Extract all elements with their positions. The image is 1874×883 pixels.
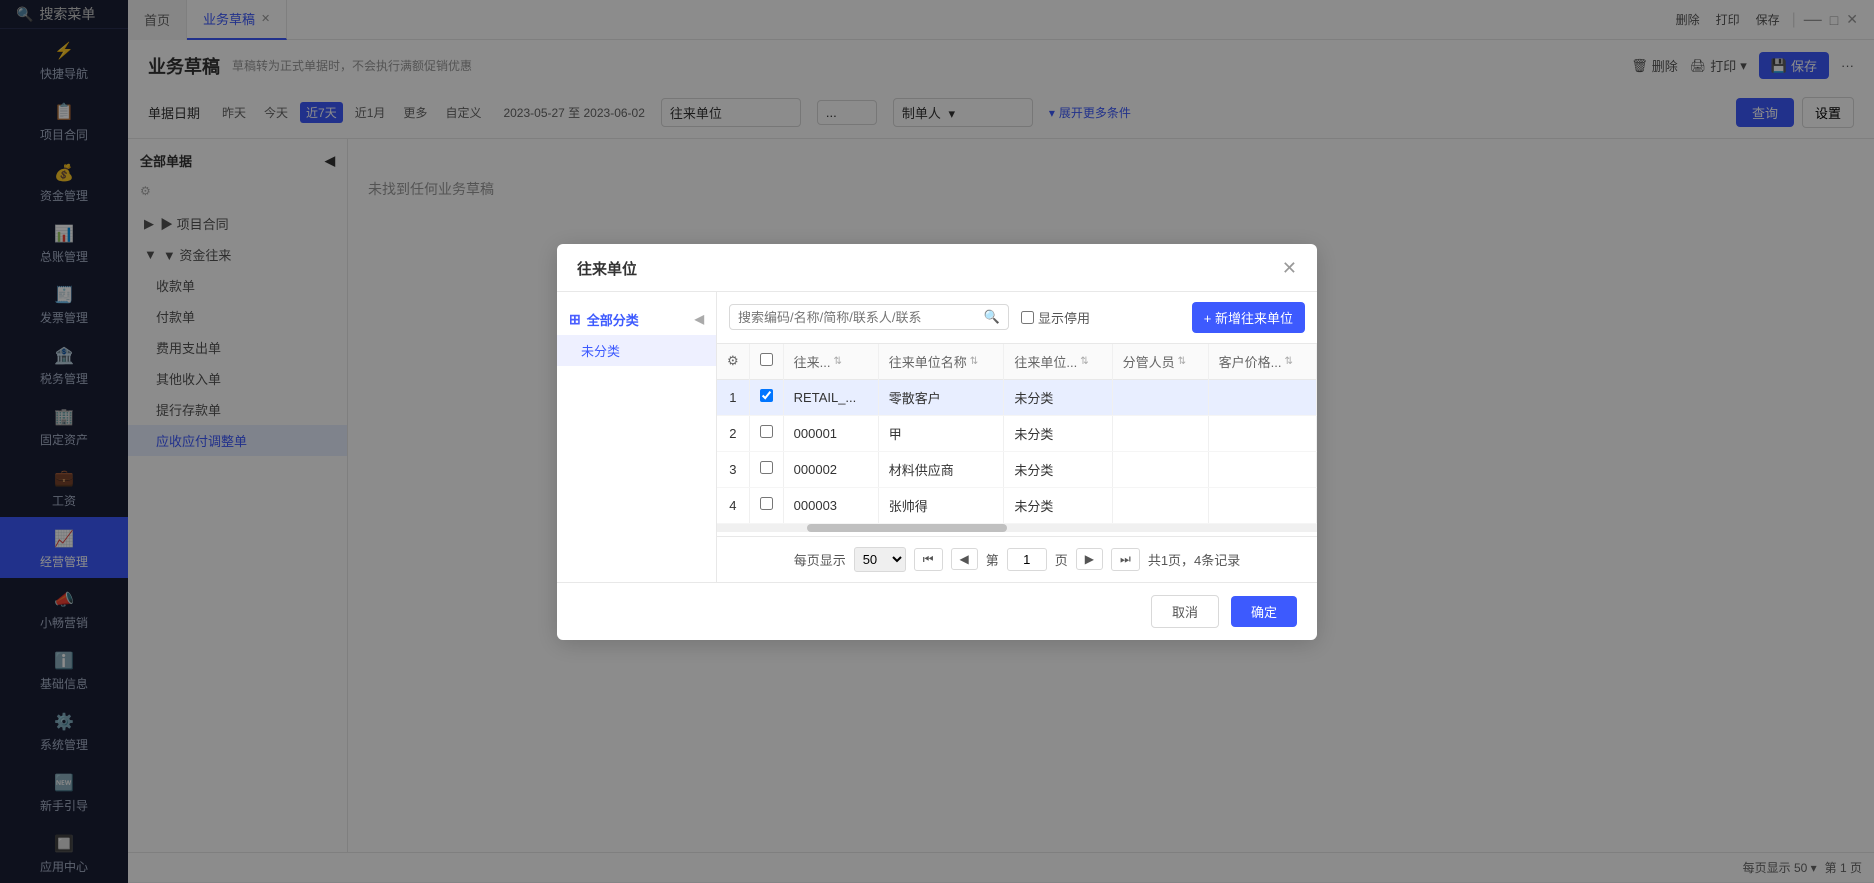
sort-icon4: ⇅ [1178, 356, 1186, 367]
dialog-scrollbar[interactable] [717, 524, 1317, 532]
row-name: 甲 [878, 415, 1004, 451]
per-page-select[interactable]: 50 100 [854, 547, 906, 572]
confirm-button[interactable]: 确定 [1231, 596, 1297, 627]
sort-icon2: ⇅ [970, 356, 978, 367]
row-name: 张帅得 [878, 487, 1004, 523]
dialog-pagination: 每页显示 50 100 ⏮ ◀ 第 页 ▶ ⏭ 共1页，4条记录 [717, 536, 1317, 582]
page-suffix: 页 [1055, 550, 1068, 569]
row-code: RETAIL_... [783, 379, 878, 415]
prev-page-btn[interactable]: ◀ [951, 548, 978, 570]
partner-dialog: 往来单位 ✕ ⊞ 全部分类 ◀ 未分类 [557, 244, 1317, 640]
dialog-close-icon[interactable]: ✕ [1282, 258, 1297, 279]
select-all-checkbox[interactable] [760, 353, 773, 366]
search-input[interactable] [738, 310, 978, 325]
row-num: 4 [717, 487, 749, 523]
row-code: 000001 [783, 415, 878, 451]
row-checkbox-3[interactable] [760, 461, 773, 474]
row-category: 未分类 [1004, 415, 1112, 451]
dialog-scrollbar-thumb[interactable] [807, 524, 1007, 532]
row-checkbox[interactable] [749, 415, 783, 451]
table-row[interactable]: 3 000002 材料供应商 未分类 [717, 451, 1317, 487]
table-row[interactable]: 2 000001 甲 未分类 [717, 415, 1317, 451]
sort-icon5: ⇅ [1285, 356, 1293, 367]
dialog-table: ⚙ 往来...⇅ 往来单位名称⇅ 往来单位...⇅ [717, 344, 1317, 524]
row-price [1208, 451, 1316, 487]
search-box[interactable]: 🔍 [729, 304, 1009, 330]
dialog-header: 往来单位 ✕ [557, 244, 1317, 292]
unclassified-label: 未分类 [581, 344, 620, 359]
row-price [1208, 415, 1316, 451]
show-disabled-label: 显示停用 [1038, 308, 1090, 327]
row-name: 材料供应商 [878, 451, 1004, 487]
row-checkbox-2[interactable] [760, 425, 773, 438]
row-price [1208, 487, 1316, 523]
row-checkbox[interactable] [749, 379, 783, 415]
show-disabled-checkbox[interactable] [1021, 311, 1034, 324]
grid-icon: ⊞ [569, 311, 581, 328]
row-num: 1 [717, 379, 749, 415]
dialog-toolbar: 🔍 显示停用 + 新增往来单位 [717, 292, 1317, 344]
th-code: 往来...⇅ [783, 344, 878, 380]
last-page-btn[interactable]: ⏭ [1111, 548, 1140, 571]
th-checkbox[interactable] [749, 344, 783, 380]
per-page-label: 每页显示 [794, 550, 846, 569]
dialog-title: 往来单位 [577, 258, 637, 279]
table-row[interactable]: 4 000003 张帅得 未分类 [717, 487, 1317, 523]
cancel-button[interactable]: 取消 [1151, 595, 1219, 628]
th-name: 往来单位名称⇅ [878, 344, 1004, 380]
row-category: 未分类 [1004, 379, 1112, 415]
row-manager [1112, 379, 1208, 415]
th-price: 客户价格...⇅ [1208, 344, 1316, 380]
dialog-footer: 取消 确定 [557, 582, 1317, 640]
th-manager: 分管人员⇅ [1112, 344, 1208, 380]
page-label: 第 [986, 550, 999, 569]
row-checkbox-4[interactable] [760, 497, 773, 510]
row-category: 未分类 [1004, 451, 1112, 487]
search-icon: 🔍 [984, 309, 1000, 325]
page-input[interactable] [1007, 548, 1047, 571]
row-num: 3 [717, 451, 749, 487]
row-price [1208, 379, 1316, 415]
first-page-btn[interactable]: ⏮ [914, 548, 943, 571]
table-row[interactable]: 1 RETAIL_... 零散客户 未分类 [717, 379, 1317, 415]
sort-icon: ⇅ [834, 356, 842, 367]
dialog-overlay: 往来单位 ✕ ⊞ 全部分类 ◀ 未分类 [0, 0, 1874, 883]
row-checkbox[interactable] [749, 451, 783, 487]
row-checkbox[interactable] [749, 487, 783, 523]
all-categories-label: 全部分类 [587, 310, 639, 329]
row-checkbox-1[interactable] [760, 389, 773, 402]
sort-icon3: ⇅ [1080, 356, 1088, 367]
row-name: 零散客户 [878, 379, 1004, 415]
th-category: 往来单位...⇅ [1004, 344, 1112, 380]
all-categories-header[interactable]: ⊞ 全部分类 ◀ [557, 304, 716, 335]
row-manager [1112, 451, 1208, 487]
dialog-right: 🔍 显示停用 + 新增往来单位 ⚙ [717, 292, 1317, 582]
cat-item-unclassified[interactable]: 未分类 [557, 335, 716, 366]
row-code: 000003 [783, 487, 878, 523]
row-num: 2 [717, 415, 749, 451]
row-manager [1112, 487, 1208, 523]
th-settings[interactable]: ⚙ [717, 344, 749, 380]
show-disabled[interactable]: 显示停用 [1021, 308, 1090, 327]
dialog-categories: ⊞ 全部分类 ◀ 未分类 [557, 292, 717, 582]
dialog-body: ⊞ 全部分类 ◀ 未分类 🔍 显示停用 [557, 292, 1317, 582]
next-page-btn[interactable]: ▶ [1076, 548, 1103, 570]
total-text: 共1页，4条记录 [1148, 550, 1240, 569]
row-manager [1112, 415, 1208, 451]
add-partner-btn[interactable]: + 新增往来单位 [1192, 302, 1305, 333]
row-category: 未分类 [1004, 487, 1112, 523]
collapse-icon[interactable]: ◀ [695, 312, 704, 326]
row-code: 000002 [783, 451, 878, 487]
